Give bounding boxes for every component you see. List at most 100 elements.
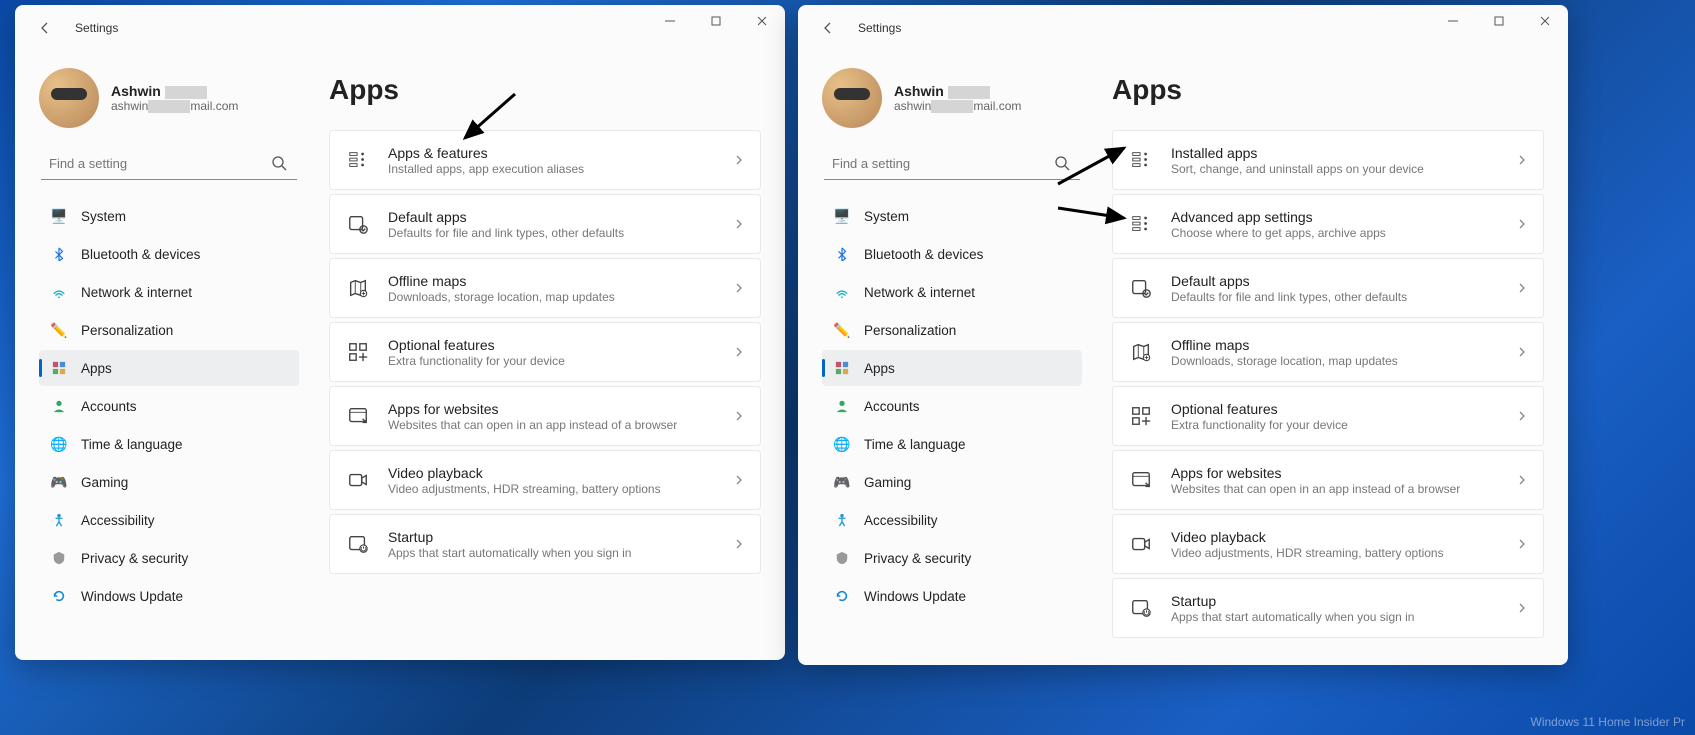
- privacy-icon: [834, 550, 850, 566]
- sidebar-item-update[interactable]: Windows Update: [822, 578, 1082, 614]
- accessibility-icon: [834, 512, 850, 528]
- search-input[interactable]: [824, 148, 1080, 180]
- sidebar-item-accounts[interactable]: Accounts: [822, 388, 1082, 424]
- settings-card-startup[interactable]: StartupApps that start automatically whe…: [329, 514, 761, 574]
- chevron-right-icon: [1517, 536, 1527, 552]
- sidebar-item-label: Accounts: [864, 399, 920, 414]
- settings-card-offline-maps[interactable]: Offline mapsDownloads, storage location,…: [329, 258, 761, 318]
- sidebar-item-system[interactable]: 🖥️System: [822, 198, 1082, 234]
- user-name: Ashwin: [111, 83, 238, 99]
- sidebar-item-accessibility[interactable]: Accessibility: [39, 502, 299, 538]
- avatar: [822, 68, 882, 128]
- card-title: Startup: [1171, 593, 1517, 609]
- chevron-right-icon: [1517, 216, 1527, 232]
- minimize-button[interactable]: [647, 5, 693, 37]
- card-title: Startup: [388, 529, 734, 545]
- gaming-icon: 🎮: [834, 474, 850, 490]
- window-title: Settings: [75, 21, 118, 35]
- settings-card-apps-features[interactable]: Apps & featuresInstalled apps, app execu…: [329, 130, 761, 190]
- close-button[interactable]: [1522, 5, 1568, 37]
- apps-icon: [834, 360, 850, 376]
- card-title: Default apps: [1171, 273, 1517, 289]
- sidebar-item-label: Accounts: [81, 399, 137, 414]
- sidebar-item-system[interactable]: 🖥️System: [39, 198, 299, 234]
- websites-icon: [346, 404, 370, 428]
- sidebar-item-privacy[interactable]: Privacy & security: [822, 540, 1082, 576]
- title-bar: Settings: [798, 5, 1568, 50]
- card-subtitle: Defaults for file and link types, other …: [388, 226, 734, 240]
- sidebar-item-label: Apps: [81, 361, 112, 376]
- sidebar-item-apps[interactable]: Apps: [39, 350, 299, 386]
- network-icon: [51, 284, 67, 300]
- search-input[interactable]: [41, 148, 297, 180]
- card-subtitle: Sort, change, and uninstall apps on your…: [1171, 162, 1517, 176]
- settings-card-apps-features[interactable]: Advanced app settingsChoose where to get…: [1112, 194, 1544, 254]
- sidebar-item-time[interactable]: 🌐Time & language: [39, 426, 299, 462]
- sidebar-item-network[interactable]: Network & internet: [822, 274, 1082, 310]
- maximize-button[interactable]: [1476, 5, 1522, 37]
- offline-maps-icon: [346, 276, 370, 300]
- minimize-button[interactable]: [1430, 5, 1476, 37]
- back-button[interactable]: [31, 14, 59, 42]
- back-button[interactable]: [814, 14, 842, 42]
- sidebar-item-gaming[interactable]: 🎮 Gaming: [39, 464, 299, 500]
- sidebar-item-label: Gaming: [81, 475, 128, 490]
- gaming-icon: 🎮: [51, 474, 67, 490]
- default-apps-icon: [1129, 276, 1153, 300]
- sidebar-item-label: System: [81, 209, 126, 224]
- sidebar-item-update[interactable]: Windows Update: [39, 578, 299, 614]
- close-button[interactable]: [739, 5, 785, 37]
- sidebar-item-label: Accessibility: [81, 513, 155, 528]
- settings-card-default-apps[interactable]: Default appsDefaults for file and link t…: [1112, 258, 1544, 318]
- user-email: ashwinmail.com: [111, 99, 238, 113]
- chevron-right-icon: [1517, 600, 1527, 616]
- apps-features-icon: [1129, 148, 1153, 172]
- settings-card-websites[interactable]: Apps for websitesWebsites that can open …: [1112, 450, 1544, 510]
- settings-card-startup[interactable]: StartupApps that start automatically whe…: [1112, 578, 1544, 638]
- card-title: Apps for websites: [388, 401, 734, 417]
- sidebar-item-time[interactable]: 🌐Time & language: [822, 426, 1082, 462]
- settings-card-offline-maps[interactable]: Offline mapsDownloads, storage location,…: [1112, 322, 1544, 382]
- chevron-right-icon: [734, 280, 744, 296]
- sidebar-item-personalization[interactable]: ✏️Personalization: [822, 312, 1082, 348]
- sidebar-item-accounts[interactable]: Accounts: [39, 388, 299, 424]
- settings-card-video[interactable]: Video playbackVideo adjustments, HDR str…: [1112, 514, 1544, 574]
- user-profile[interactable]: Ashwin ashwinmail.com: [39, 68, 299, 128]
- settings-card-default-apps[interactable]: Default appsDefaults for file and link t…: [329, 194, 761, 254]
- settings-card-websites[interactable]: Apps for websitesWebsites that can open …: [329, 386, 761, 446]
- video-icon: [1129, 532, 1153, 556]
- card-subtitle: Extra functionality for your device: [1171, 418, 1517, 432]
- network-icon: [834, 284, 850, 300]
- user-profile[interactable]: Ashwin ashwinmail.com: [822, 68, 1082, 128]
- card-subtitle: Apps that start automatically when you s…: [1171, 610, 1517, 624]
- sidebar-item-apps[interactable]: Apps: [822, 350, 1082, 386]
- settings-card-optional[interactable]: Optional featuresExtra functionality for…: [329, 322, 761, 382]
- chevron-right-icon: [1517, 472, 1527, 488]
- settings-card-video[interactable]: Video playbackVideo adjustments, HDR str…: [329, 450, 761, 510]
- sidebar-item-label: Personalization: [864, 323, 956, 338]
- maximize-button[interactable]: [693, 5, 739, 37]
- sidebar: Ashwin ashwinmail.com 🖥️SystemBluetooth …: [822, 50, 1082, 641]
- startup-icon: [1129, 596, 1153, 620]
- time-icon: 🌐: [51, 436, 67, 452]
- sidebar-item-bluetooth[interactable]: Bluetooth & devices: [822, 236, 1082, 272]
- sidebar-item-privacy[interactable]: Privacy & security: [39, 540, 299, 576]
- user-email: ashwinmail.com: [894, 99, 1021, 113]
- bluetooth-icon: [51, 246, 67, 262]
- sidebar-item-personalization[interactable]: ✏️Personalization: [39, 312, 299, 348]
- settings-card-optional[interactable]: Optional featuresExtra functionality for…: [1112, 386, 1544, 446]
- update-icon: [51, 588, 67, 604]
- sidebar-item-bluetooth[interactable]: Bluetooth & devices: [39, 236, 299, 272]
- settings-card-apps-features[interactable]: Installed appsSort, change, and uninstal…: [1112, 130, 1544, 190]
- card-subtitle: Websites that can open in an app instead…: [388, 418, 734, 432]
- sidebar-item-network[interactable]: Network & internet: [39, 274, 299, 310]
- accessibility-icon: [51, 512, 67, 528]
- chevron-right-icon: [734, 408, 744, 424]
- sidebar-item-label: Windows Update: [864, 589, 966, 604]
- sidebar-item-accessibility[interactable]: Accessibility: [822, 502, 1082, 538]
- title-bar: Settings: [15, 5, 785, 50]
- card-subtitle: Downloads, storage location, map updates: [1171, 354, 1517, 368]
- sidebar-item-label: Windows Update: [81, 589, 183, 604]
- apps-features-icon: [1129, 212, 1153, 236]
- sidebar-item-gaming[interactable]: 🎮Gaming: [822, 464, 1082, 500]
